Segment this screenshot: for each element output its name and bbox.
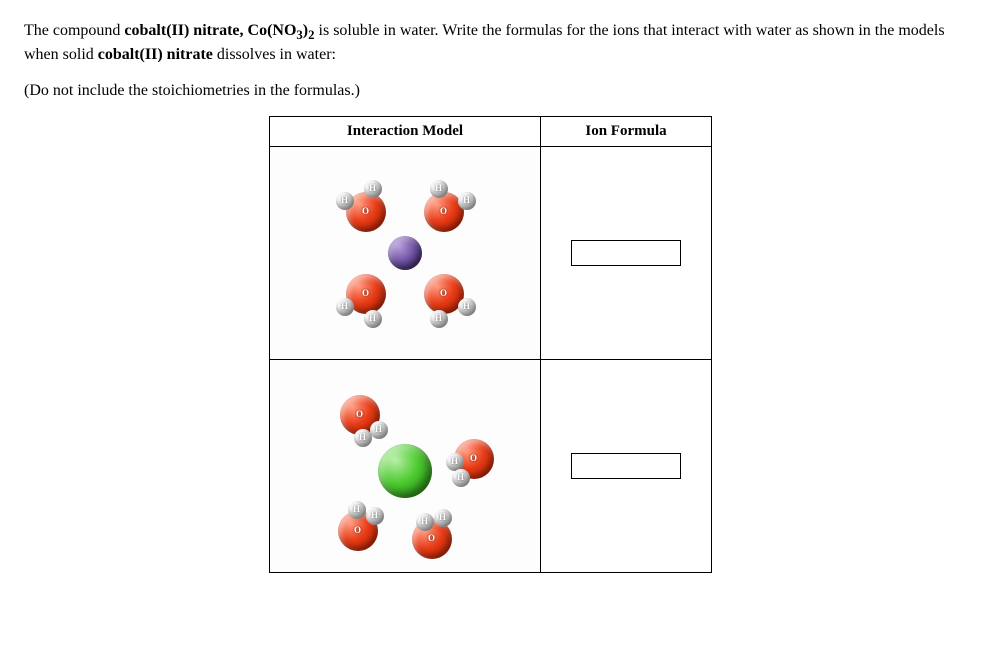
text-post: dissolves in water:	[213, 46, 336, 63]
nitrate-ion-icon	[378, 444, 432, 498]
ion-formula-input-2[interactable]	[571, 453, 681, 479]
ion-formula-cell	[541, 146, 712, 359]
question-line-1: The compound cobalt(II) nitrate, Co(NO3)…	[24, 20, 957, 66]
cobalt-ion-icon	[388, 236, 422, 270]
interaction-model-cation: O H H O H H	[270, 146, 541, 359]
compound-name-2: cobalt(II) nitrate	[98, 46, 213, 63]
text-pre: The compound	[24, 22, 124, 39]
question-text: The compound cobalt(II) nitrate, Co(NO3)…	[24, 20, 957, 102]
ion-formula-cell	[541, 359, 712, 572]
table-row: O H H O H H	[270, 146, 712, 359]
interaction-table: Interaction Model Ion Formula O	[269, 116, 712, 573]
ion-formula-input-1[interactable]	[571, 240, 681, 266]
question-line-2: (Do not include the stoichiometries in t…	[24, 80, 957, 102]
interaction-model-anion: O H H O H H	[270, 359, 541, 572]
table-row: O H H O H H	[270, 359, 712, 572]
header-interaction-model: Interaction Model	[270, 116, 541, 146]
header-ion-formula: Ion Formula	[541, 116, 712, 146]
compound-name: cobalt(II) nitrate, Co(NO3)2	[124, 22, 314, 39]
